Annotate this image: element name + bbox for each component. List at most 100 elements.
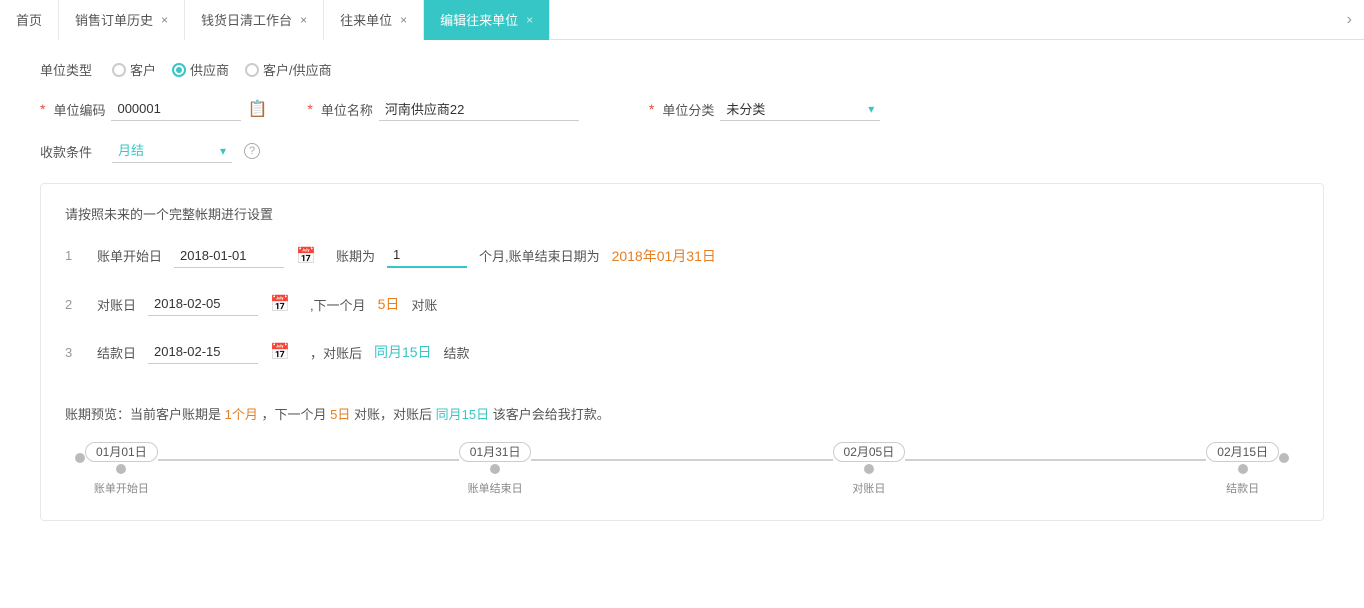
- row-desc-3b: 结款: [444, 343, 470, 362]
- tl-line-1-2: [158, 459, 459, 461]
- date-input-1[interactable]: [174, 244, 284, 268]
- tl-badge-3: 02月05日: [833, 442, 906, 462]
- required-star-code: *: [40, 101, 45, 117]
- tl-node-4: 02月15日 结款日: [1206, 443, 1279, 496]
- copy-icon[interactable]: 📋: [247, 99, 267, 119]
- date-input-3[interactable]: [148, 340, 258, 364]
- period-input[interactable]: [387, 243, 467, 268]
- timeline-start-dot: [75, 453, 85, 463]
- radio-both-label: 客户/供应商: [263, 60, 332, 79]
- tabs-bar: 首页 销售订单历史 × 钱货日清工作台 × 往来单位 × 编辑往来单位 × ›: [0, 0, 1364, 40]
- tab-sales-history[interactable]: 销售订单历史 ×: [59, 0, 185, 40]
- unit-name-input[interactable]: [379, 97, 579, 121]
- tl-label-4: 结款日: [1226, 480, 1259, 496]
- unit-category-label: 单位分类: [662, 100, 714, 119]
- tab-home[interactable]: 首页: [0, 0, 59, 40]
- payment-terms-label: 收款条件: [40, 142, 92, 161]
- required-star-category: *: [649, 101, 654, 117]
- tl-badge-1: 01月01日: [85, 442, 158, 462]
- row-desc-2b: 对账: [411, 295, 437, 314]
- setting-row-1: 1 账单开始日 📅 账期为 个月,账单结束日期为 2018年01月31日: [65, 243, 1299, 268]
- tl-label-1: 账单开始日: [94, 480, 149, 496]
- row-desc-2a: ,下一个月: [310, 295, 366, 314]
- preview-sep2: 对账，对账后: [354, 407, 432, 422]
- close-icon[interactable]: ×: [300, 13, 307, 27]
- required-star-name: *: [307, 101, 312, 117]
- unit-name-group: * 单位名称: [307, 97, 578, 121]
- tl-badge-4: 02月15日: [1206, 442, 1279, 462]
- unit-code-input[interactable]: [111, 97, 241, 121]
- tl-node-3: 02月05日 对账日: [833, 443, 906, 496]
- date-input-2[interactable]: [148, 292, 258, 316]
- unit-category-group: * 单位分类 ▾: [649, 97, 880, 121]
- highlight-day-3: 同月15日: [374, 342, 432, 362]
- unit-category-dropdown-wrapper: ▾: [720, 97, 880, 121]
- tl-node-2: 01月31日 账单结束日: [459, 443, 532, 496]
- unit-type-label: 单位类型: [40, 60, 92, 79]
- tl-line-2-3: [531, 459, 832, 461]
- radio-supplier[interactable]: 供应商: [172, 60, 229, 79]
- radio-customer[interactable]: 客户: [112, 60, 156, 79]
- timeline: 01月01日 账单开始日 01月31日 账单结束日: [65, 443, 1299, 496]
- close-icon[interactable]: ×: [526, 13, 533, 27]
- tab-edit-partner[interactable]: 编辑往来单位 ×: [424, 0, 550, 40]
- radio-customer-label: 客户: [130, 60, 156, 79]
- help-icon[interactable]: ?: [244, 143, 260, 159]
- radio-supplier-label: 供应商: [190, 60, 229, 79]
- tl-dot-4: [1238, 464, 1248, 474]
- tl-label-2: 账单结束日: [468, 480, 523, 496]
- radio-group-unit-type: 客户 供应商 客户/供应商: [112, 60, 332, 79]
- unit-category-input[interactable]: [720, 97, 880, 121]
- preview-part2: 5日: [330, 407, 350, 422]
- row-desc-3a: ，对账后: [310, 343, 362, 362]
- unit-code-label: 单位编码: [53, 100, 105, 119]
- tl-badge-2: 01月31日: [459, 442, 532, 462]
- tab-edit-partner-label: 编辑往来单位: [440, 10, 518, 29]
- tabs-next-arrow[interactable]: ›: [1335, 11, 1364, 29]
- tl-node-1: 01月01日 账单开始日: [85, 443, 158, 496]
- highlight-end-date: 2018年01月31日: [612, 246, 716, 266]
- calendar-icon-3[interactable]: 📅: [270, 342, 290, 362]
- row-label-2: 对账日: [97, 295, 136, 314]
- calendar-icon-1[interactable]: 📅: [296, 246, 316, 266]
- page-content: 单位类型 客户 供应商 客户/供应商 * 单位编码 📋 *: [0, 40, 1364, 608]
- tl-dot-1: [116, 464, 126, 474]
- radio-both[interactable]: 客户/供应商: [245, 60, 332, 79]
- timeline-end: [1279, 443, 1289, 463]
- preview-sep1: ，下一个月: [262, 407, 327, 422]
- row-num-3: 3: [65, 345, 85, 360]
- timeline-end-dot: [1279, 453, 1289, 463]
- unit-code-group: * 单位编码 📋: [40, 97, 267, 121]
- preview-part1: 1个月: [225, 407, 258, 422]
- row-desc-1-prefix: 账期为: [336, 246, 375, 265]
- preview-suffix: 该客户会给我打款。: [493, 407, 610, 422]
- radio-circle-customer: [112, 63, 126, 77]
- tab-sales-history-label: 销售订单历史: [75, 10, 153, 29]
- preview-section: 账期预览：当前客户账期是 1个月 ，下一个月 5日 对账，对账后 同月15日 该…: [65, 388, 1299, 504]
- tab-partner[interactable]: 往来单位 ×: [324, 0, 424, 40]
- tab-cash-work[interactable]: 钱货日清工作台 ×: [185, 0, 324, 40]
- radio-circle-both: [245, 63, 259, 77]
- tab-partner-label: 往来单位: [340, 10, 392, 29]
- calendar-icon-2[interactable]: 📅: [270, 294, 290, 314]
- row-desc-1-suffix: 个月,账单结束日期为: [479, 246, 600, 265]
- preview-text: 账期预览：当前客户账期是 1个月 ，下一个月 5日 对账，对账后 同月15日 该…: [65, 404, 1299, 423]
- unit-type-row: 单位类型 客户 供应商 客户/供应商: [40, 60, 1324, 79]
- timeline-start: [75, 443, 85, 463]
- row-num-1: 1: [65, 248, 85, 263]
- row-label-1: 账单开始日: [97, 246, 162, 265]
- highlight-day-2: 5日: [378, 294, 400, 314]
- settings-card: 请按照未来的一个完整帐期进行设置 1 账单开始日 📅 账期为 个月,账单结束日期…: [40, 183, 1324, 521]
- payment-terms-wrapper: 月结 ▾: [112, 139, 232, 163]
- row-label-3: 结款日: [97, 343, 136, 362]
- payment-terms-select[interactable]: 月结: [112, 139, 232, 163]
- setting-row-2: 2 对账日 📅 ,下一个月 5日 对账: [65, 292, 1299, 316]
- close-icon[interactable]: ×: [161, 13, 168, 27]
- unit-fields-row: * 单位编码 📋 * 单位名称 * 单位分类 ▾: [40, 97, 1324, 121]
- preview-part3: 同月15日: [436, 407, 489, 422]
- payment-terms-row: 收款条件 月结 ▾ ?: [40, 139, 1324, 163]
- close-icon[interactable]: ×: [400, 13, 407, 27]
- tl-dot-3: [864, 464, 874, 474]
- tab-home-label: 首页: [16, 10, 42, 29]
- tl-label-3: 对账日: [852, 480, 885, 496]
